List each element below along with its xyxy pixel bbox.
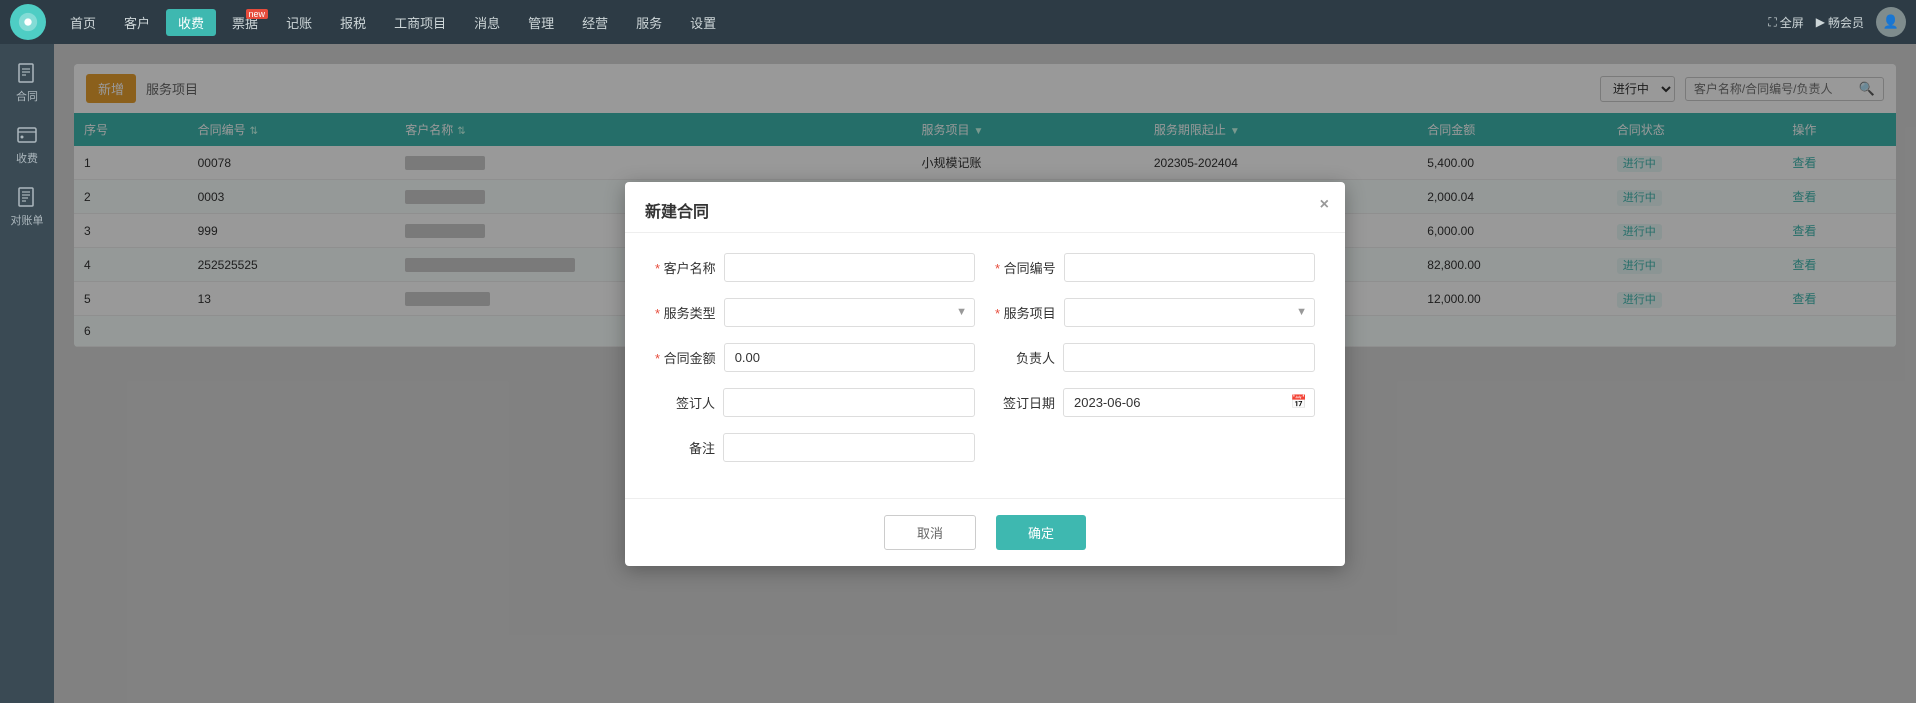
service-item-select[interactable] [1064,298,1315,327]
signer-label: 签订人 [655,393,715,412]
remark-input[interactable] [723,433,975,462]
form-row-5: 备注 [655,433,1315,462]
amount-input[interactable] [724,343,975,372]
sign-date-input[interactable] [1063,388,1315,417]
modal-overlay: 新建合同 × 客户名称 合同编号 [54,44,1916,703]
modal-header: 新建合同 × [625,182,1345,233]
user-avatar[interactable]: 👤 [1876,7,1906,37]
confirm-button[interactable]: 确定 [996,515,1086,550]
form-row-3: 合同金额 负责人 [655,343,1315,372]
responsible-input[interactable] [1063,343,1315,372]
sign-date-wrapper: 📅 [1063,388,1315,417]
sidebar-contract-label: 合同 [16,88,38,104]
cancel-button[interactable]: 取消 [884,515,976,550]
calendar-icon[interactable]: 📅 [1291,394,1307,410]
form-group-customer: 客户名称 [655,253,975,282]
new-badge: new [246,9,269,19]
service-item-select-wrapper: ▼ [1064,298,1315,327]
modal-title: 新建合同 [645,204,709,221]
sidebar-item-statement[interactable]: 对账单 [2,178,52,236]
modal-footer: 取消 确定 [625,498,1345,566]
form-row-1: 客户名称 合同编号 [655,253,1315,282]
form-row-4: 签订人 签订日期 📅 [655,388,1315,417]
app-logo [10,4,46,40]
statement-icon [16,186,38,208]
nav-bizproject[interactable]: 工商项目 [382,9,458,36]
vip-button[interactable]: ▶ 畅会员 [1816,14,1864,31]
sidebar-item-billing[interactable]: 收费 [2,116,52,174]
billing-icon [16,124,38,146]
sidebar: 合同 收费 对账单 [0,44,54,703]
nav-right: ⛶ 全屏 ▶ 畅会员 👤 [1768,7,1906,37]
new-contract-modal: 新建合同 × 客户名称 合同编号 [625,182,1345,566]
nav-message[interactable]: 消息 [462,9,512,36]
form-group-remark: 备注 [655,433,975,462]
fullscreen-button[interactable]: ⛶ 全屏 [1768,14,1803,31]
nav-settings[interactable]: 设置 [678,9,728,36]
service-type-label: 服务类型 [655,303,716,322]
nav-service[interactable]: 服务 [624,9,674,36]
contract-icon [16,62,38,84]
nav-items: 首页 客户 收费 票据 new 记账 报税 工商项目 消息 管理 经营 服务 设… [58,9,1768,36]
form-group-signer: 签订人 [655,388,975,417]
main-layout: 合同 收费 对账单 [0,44,1916,703]
form-group-amount: 合同金额 [655,343,975,372]
nav-customer[interactable]: 客户 [112,9,162,36]
remark-label: 备注 [655,438,715,457]
contract-no-label: 合同编号 [995,258,1056,277]
service-item-label: 服务项目 [995,303,1056,322]
form-group-contract-no: 合同编号 [995,253,1315,282]
modal-close-button[interactable]: × [1320,196,1329,214]
nav-manage[interactable]: 管理 [516,9,566,36]
content-area: 新增 服务项目 进行中 已完成 已终止 🔍 序号 合同编号 [54,44,1916,703]
sidebar-statement-label: 对账单 [11,212,44,228]
form-group-service-type: 服务类型 ▼ [655,298,975,327]
service-type-select-wrapper: ▼ [724,298,975,327]
top-navigation: 首页 客户 收费 票据 new 记账 报税 工商项目 消息 管理 经营 服务 设… [0,0,1916,44]
form-group-service-item: 服务项目 ▼ [995,298,1315,327]
sidebar-billing-label: 收费 [16,150,38,166]
nav-home[interactable]: 首页 [58,9,108,36]
nav-tax[interactable]: 报税 [328,9,378,36]
form-row-2: 服务类型 ▼ 服务项目 [655,298,1315,327]
sidebar-item-contract[interactable]: 合同 [2,54,52,112]
form-group-sign-date: 签订日期 📅 [995,388,1315,417]
signer-input[interactable] [723,388,975,417]
modal-body: 客户名称 合同编号 服务类型 [625,233,1345,498]
nav-operation[interactable]: 经营 [570,9,620,36]
nav-bookkeeping[interactable]: 记账 [274,9,324,36]
responsible-label: 负责人 [995,348,1055,367]
amount-label: 合同金额 [655,348,716,367]
sign-date-label: 签订日期 [995,393,1055,412]
customer-name-input[interactable] [724,253,975,282]
service-type-select[interactable] [724,298,975,327]
nav-billing[interactable]: 收费 [166,9,216,36]
contract-no-input[interactable] [1064,253,1315,282]
customer-name-label: 客户名称 [655,258,716,277]
form-group-responsible: 负责人 [995,343,1315,372]
nav-invoice[interactable]: 票据 new [220,9,270,36]
